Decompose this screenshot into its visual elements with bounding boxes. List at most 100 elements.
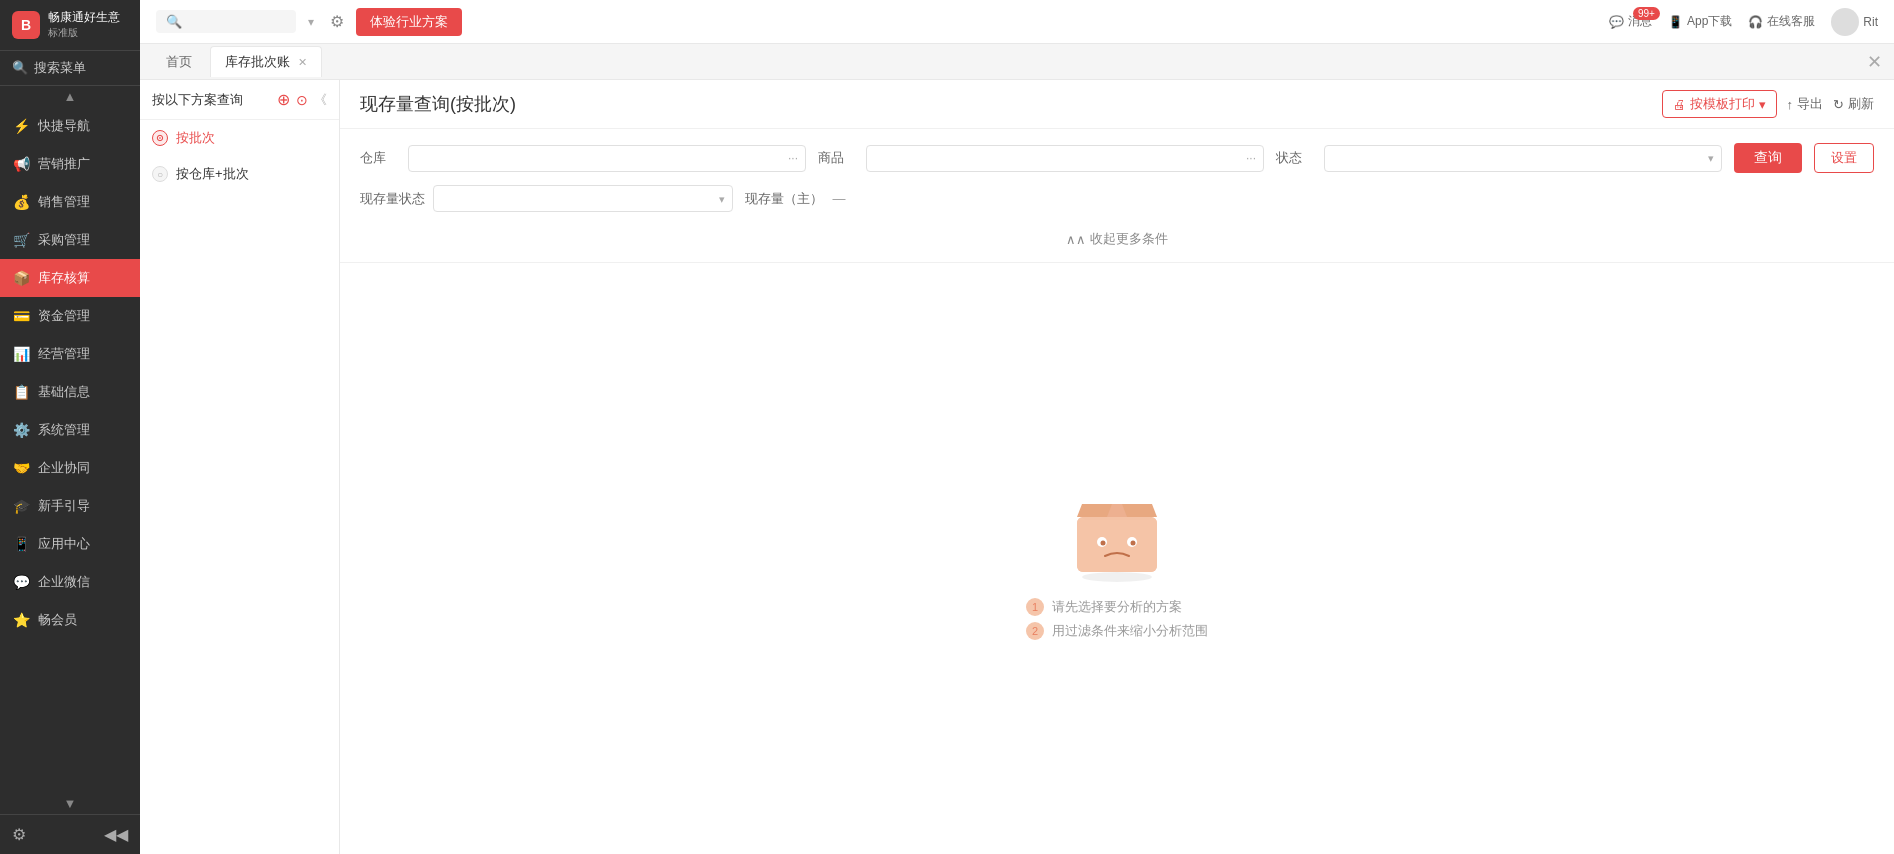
scheme-active-dot: ⊙ xyxy=(152,130,168,146)
sidebar-search-label: 搜索菜单 xyxy=(34,59,86,77)
app-center-icon: 📱 xyxy=(12,535,30,553)
sales-icon: 💰 xyxy=(12,193,30,211)
sidebar: B 畅康通好生意 标准版 🔍 搜索菜单 ▲ ⚡ 快捷导航 📢 营销推广 💰 销售… xyxy=(0,0,140,854)
filter-row-2: 现存量状态 全部 有库存 无库存 ▾ 现存量（主） xyxy=(360,185,1874,212)
settings-icon[interactable]: ⚙ xyxy=(12,825,26,844)
basics-icon: 📋 xyxy=(12,383,30,401)
stock-status-select[interactable]: 全部 有库存 无库存 xyxy=(433,185,733,212)
scheme-item-by-warehouse-batch[interactable]: ○ 按仓库+批次 xyxy=(140,156,339,192)
operation-icon: 📊 xyxy=(12,345,30,363)
collapse-left-panel-icon[interactable]: 《 xyxy=(314,91,327,109)
page-titlebar: 现存量查询(按批次) 🖨 按模板打印 ▾ ↑ 导出 ↻ 刷新 xyxy=(340,80,1894,129)
refresh-icon: ↻ xyxy=(1833,97,1844,112)
user-profile-button[interactable]: Rit xyxy=(1831,8,1878,36)
wechat-label: 企业微信 xyxy=(38,573,90,591)
sidebar-footer: ⚙ ◀◀ xyxy=(0,814,140,854)
print-chevron-icon: ▾ xyxy=(1759,97,1766,112)
service-label: 在线客服 xyxy=(1767,13,1815,30)
quick-nav-label: 快捷导航 xyxy=(38,117,90,135)
query-button[interactable]: 查询 xyxy=(1734,143,1802,173)
svg-marker-4 xyxy=(1122,504,1157,517)
sidebar-item-finance[interactable]: 💳 资金管理 xyxy=(0,297,140,335)
inventory-icon: 📦 xyxy=(12,269,30,287)
filter-stock-qty: 现存量（主） — xyxy=(745,190,1118,208)
sidebar-item-inventory[interactable]: 📦 库存核算 xyxy=(0,259,140,297)
close-panel-icon[interactable]: ✕ xyxy=(1867,51,1882,73)
newbie-label: 新手引导 xyxy=(38,497,90,515)
scroll-up-arrow[interactable]: ▲ xyxy=(0,86,140,107)
filter-section: 仓库 ··· 商品 ··· 状态 xyxy=(340,129,1894,263)
sidebar-item-sales[interactable]: 💰 销售管理 xyxy=(0,183,140,221)
main-area: 🔍 ▾ ⚙ 体验行业方案 💬 消息 99+ 📱 App下载 🎧 在线客服 Rit xyxy=(140,0,1894,854)
app-download-label: App下载 xyxy=(1687,13,1732,30)
topbar-gear-icon[interactable]: ⚙ xyxy=(330,12,344,31)
svg-rect-5 xyxy=(1077,517,1157,572)
newbie-icon: 🎓 xyxy=(12,497,30,515)
scroll-down-arrow[interactable]: ▼ xyxy=(0,793,140,814)
app-center-label: 应用中心 xyxy=(38,535,90,553)
tab-close-icon[interactable]: ✕ xyxy=(298,56,307,69)
print-label: 按模板打印 xyxy=(1690,95,1755,113)
collapse-sidebar-icon[interactable]: ◀◀ xyxy=(104,825,128,844)
sidebar-search[interactable]: 🔍 搜索菜单 xyxy=(0,51,140,86)
svg-point-9 xyxy=(1131,540,1136,545)
left-panel-actions: ⊕ ⊙ 《 xyxy=(277,90,327,109)
avatar xyxy=(1831,8,1859,36)
export-button[interactable]: ↑ 导出 xyxy=(1787,95,1824,113)
sidebar-item-system[interactable]: ⚙️ 系统管理 xyxy=(0,411,140,449)
sidebar-item-enterprise[interactable]: 🤝 企业协同 xyxy=(0,449,140,487)
tab-batch-account[interactable]: 库存批次账 ✕ xyxy=(210,46,322,77)
online-service-button[interactable]: 🎧 在线客服 xyxy=(1748,13,1815,30)
sidebar-item-purchase[interactable]: 🛒 采购管理 xyxy=(0,221,140,259)
sidebar-item-member[interactable]: ⭐ 畅会员 xyxy=(0,601,140,639)
sidebar-header: B 畅康通好生意 标准版 xyxy=(0,0,140,51)
empty-tip-1: 1 请先选择要分析的方案 xyxy=(1026,598,1208,616)
sidebar-item-basics[interactable]: 📋 基础信息 xyxy=(0,373,140,411)
filter-product: 商品 ··· xyxy=(818,145,1264,172)
enterprise-icon: 🤝 xyxy=(12,459,30,477)
app-download-icon: 📱 xyxy=(1668,15,1683,29)
settings-button[interactable]: 设置 xyxy=(1814,143,1874,173)
product-filter-label: 商品 xyxy=(818,149,858,167)
filter-stock-status: 现存量状态 全部 有库存 无库存 ▾ xyxy=(360,185,733,212)
topbar-chevron-icon[interactable]: ▾ xyxy=(308,15,314,29)
tab-home[interactable]: 首页 xyxy=(152,47,206,77)
sidebar-item-marketing[interactable]: 📢 营销推广 xyxy=(0,145,140,183)
sidebar-item-quick-nav[interactable]: ⚡ 快捷导航 xyxy=(0,107,140,145)
empty-tip-2: 2 用过滤条件来缩小分析范围 xyxy=(1026,622,1208,640)
export-label: 导出 xyxy=(1797,95,1823,113)
sidebar-item-operation[interactable]: 📊 经营管理 xyxy=(0,335,140,373)
stock-status-select-wrap: 全部 有库存 无库存 ▾ xyxy=(433,185,733,212)
collapse-more-conditions[interactable]: ∧∧ 收起更多条件 xyxy=(360,224,1874,248)
scheme-list: ⊙ 按批次 ○ 按仓库+批次 xyxy=(140,120,339,192)
sidebar-item-newbie[interactable]: 🎓 新手引导 xyxy=(0,487,140,525)
page-actions: 🖨 按模板打印 ▾ ↑ 导出 ↻ 刷新 xyxy=(1662,90,1875,118)
scheme-item-by-batch[interactable]: ⊙ 按批次 xyxy=(140,120,339,156)
svg-point-0 xyxy=(1082,572,1152,582)
operation-label: 经营管理 xyxy=(38,345,90,363)
topbar-right: 💬 消息 99+ 📱 App下载 🎧 在线客服 Rit xyxy=(1609,8,1878,36)
enterprise-label: 企业协同 xyxy=(38,459,90,477)
topbar-search-box[interactable]: 🔍 xyxy=(156,10,296,33)
refresh-button[interactable]: ↻ 刷新 xyxy=(1833,95,1874,113)
product-input[interactable] xyxy=(866,145,1264,172)
empty-tips: 1 请先选择要分析的方案 2 用过滤条件来缩小分析范围 xyxy=(1026,598,1208,646)
sidebar-item-wechat[interactable]: 💬 企业微信 xyxy=(0,563,140,601)
status-select[interactable]: 全部 启用 停用 xyxy=(1324,145,1722,172)
messages-button[interactable]: 💬 消息 99+ xyxy=(1609,13,1652,30)
product-more-icon[interactable]: ··· xyxy=(1246,151,1256,165)
scheme-label-by-warehouse-batch: 按仓库+批次 xyxy=(176,165,249,183)
right-panel: 现存量查询(按批次) 🖨 按模板打印 ▾ ↑ 导出 ↻ 刷新 xyxy=(340,80,1894,854)
member-icon: ⭐ xyxy=(12,611,30,629)
print-button[interactable]: 🖨 按模板打印 ▾ xyxy=(1662,90,1777,118)
app-download-button[interactable]: 📱 App下载 xyxy=(1668,13,1732,30)
sidebar-item-app-center[interactable]: 📱 应用中心 xyxy=(0,525,140,563)
empty-state: 1 请先选择要分析的方案 2 用过滤条件来缩小分析范围 xyxy=(340,263,1894,854)
warehouse-more-icon[interactable]: ··· xyxy=(788,151,798,165)
scheme-settings-icon[interactable]: ⊙ xyxy=(296,92,308,108)
app-name-group: 畅康通好生意 标准版 xyxy=(48,10,120,40)
experience-industry-button[interactable]: 体验行业方案 xyxy=(356,8,462,36)
topbar-search-input[interactable] xyxy=(188,15,268,29)
add-scheme-icon[interactable]: ⊕ xyxy=(277,90,290,109)
warehouse-input[interactable] xyxy=(408,145,806,172)
